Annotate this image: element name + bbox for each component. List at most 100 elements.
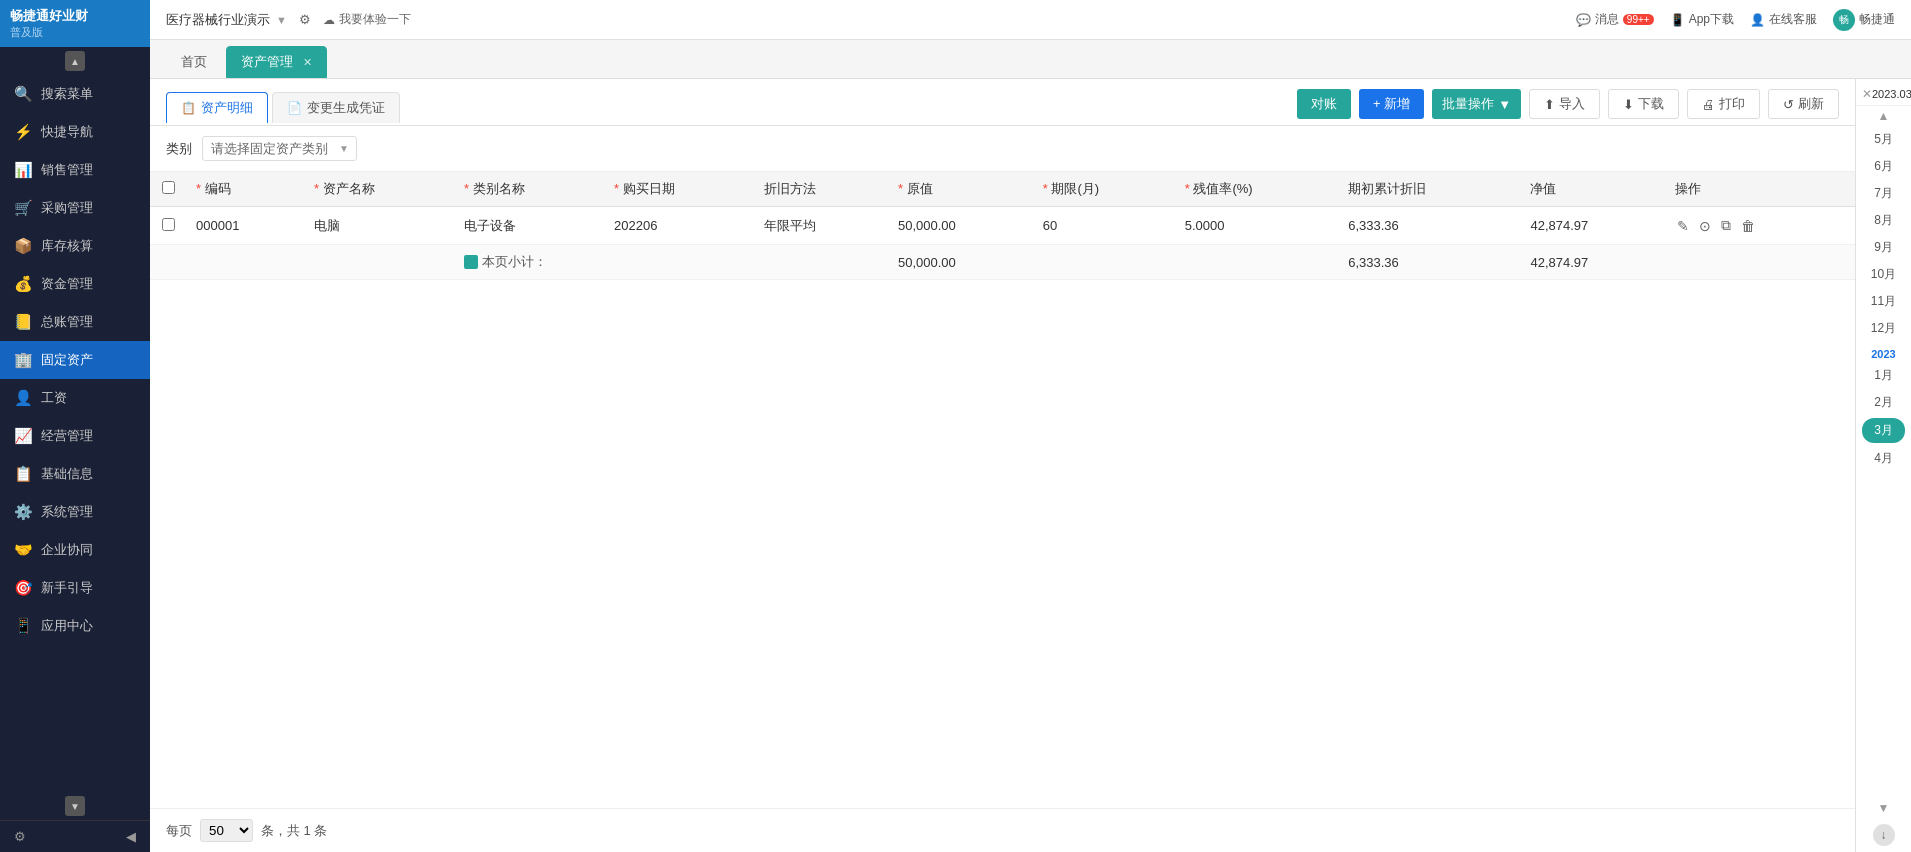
copy-button[interactable]: ⊙	[1697, 216, 1713, 236]
month-item-9[interactable]: 9月	[1856, 234, 1911, 261]
month-item-7[interactable]: 7月	[1856, 180, 1911, 207]
sidebar-item-salary[interactable]: 👤 工资	[0, 379, 150, 417]
edit-button[interactable]: ✎	[1675, 216, 1691, 236]
tab-close-icon[interactable]: ✕	[303, 56, 312, 68]
subtotal-empty-actions	[1665, 245, 1855, 280]
sidebar-item-guide[interactable]: 🎯 新手引导	[0, 569, 150, 607]
month-item-12[interactable]: 12月	[1856, 315, 1911, 342]
import-button[interactable]: ⬆ 导入	[1529, 89, 1600, 119]
th-depreciation-method: 折旧方法	[754, 172, 888, 207]
month-item-2[interactable]: 2月	[1856, 389, 1911, 416]
month-item-4[interactable]: 4月	[1856, 445, 1911, 472]
sidebar-item-fixed-assets[interactable]: 🏢 固定资产	[0, 341, 150, 379]
collapse-icon[interactable]: ◀	[126, 829, 136, 844]
print-button[interactable]: 🖨 打印	[1687, 89, 1760, 119]
delete-button[interactable]: 🗑	[1739, 216, 1757, 236]
td-code: 000001	[186, 207, 304, 245]
sidebar-item-inventory[interactable]: 📦 库存核算	[0, 227, 150, 265]
month-nav-down-button[interactable]: ▼	[1875, 798, 1893, 818]
settings-icon[interactable]: ⚙	[14, 829, 26, 844]
month-nav-up-button[interactable]: ▲	[1875, 106, 1893, 126]
tab-home[interactable]: 首页	[166, 46, 222, 78]
messages-button[interactable]: 💬 消息 99+	[1576, 11, 1654, 28]
sidebar-scroll-down-button[interactable]: ▼	[65, 796, 85, 816]
subtotal-original-value: 50,000.00	[888, 245, 1033, 280]
right-panel-nav-up: ▲	[1856, 106, 1911, 126]
month-item-10[interactable]: 10月	[1856, 261, 1911, 288]
reconcile-button[interactable]: 对账	[1297, 89, 1351, 119]
sidebar-item-search[interactable]: 🔍 搜索菜单	[0, 75, 150, 113]
batch-chevron-icon: ▼	[1498, 97, 1511, 112]
sidebar-item-capital[interactable]: 💰 资金管理	[0, 265, 150, 303]
app-edition: 普及版	[10, 25, 140, 39]
sidebar-scroll-down-area[interactable]: ▼	[0, 792, 150, 820]
main-area: 医疗器械行业演示 ▼ ⚙ ☁ 我要体验一下 💬 消息 99+ 📱 App下载 👤…	[150, 0, 1911, 852]
user-button[interactable]: 畅 畅捷通	[1833, 9, 1895, 31]
app-name: 畅捷通好业财	[10, 8, 140, 25]
th-code: 编码	[186, 172, 304, 207]
app-download-button[interactable]: 📱 App下载	[1670, 11, 1734, 28]
category-filter-wrap[interactable]: 请选择固定资产类别	[202, 136, 357, 161]
toolbar-buttons: 对账 + 新增 批量操作 ▼ ⬆ 导入 ⬇ 下载 🖨	[1297, 89, 1839, 125]
sidebar-item-system[interactable]: ⚙️ 系统管理	[0, 493, 150, 531]
sidebar-item-label: 应用中心	[41, 617, 93, 635]
money-icon: 💰	[14, 275, 33, 293]
search-icon: 🔍	[14, 85, 33, 103]
th-actions-label: 操作	[1675, 181, 1701, 196]
tab-asset-management[interactable]: 资产管理 ✕	[226, 46, 327, 78]
month-item-6[interactable]: 6月	[1856, 153, 1911, 180]
sidebar-item-ledger[interactable]: 📒 总账管理	[0, 303, 150, 341]
building-icon: 🏢	[14, 351, 33, 369]
month-item-5[interactable]: 5月	[1856, 126, 1911, 153]
sidebar-item-quick-nav[interactable]: ⚡ 快捷导航	[0, 113, 150, 151]
row-checkbox[interactable]	[162, 218, 175, 231]
month-item-8[interactable]: 8月	[1856, 207, 1911, 234]
filter-label: 类别	[166, 140, 192, 158]
refresh-button[interactable]: ↺ 刷新	[1768, 89, 1839, 119]
sidebar-scroll-up-area[interactable]: ▲	[0, 47, 150, 75]
online-service-button[interactable]: 👤 在线客服	[1750, 11, 1817, 28]
asset-purchase-date: 202206	[614, 218, 657, 233]
company-dropdown-icon[interactable]: ▼	[276, 14, 287, 26]
more-button[interactable]: ⧉	[1719, 215, 1733, 236]
panel-down-icon[interactable]: ↓	[1873, 824, 1895, 846]
month-item-11[interactable]: 11月	[1856, 288, 1911, 315]
company-selector[interactable]: 医疗器械行业演示 ▼	[166, 11, 287, 29]
sidebar-item-purchase[interactable]: 🛒 采购管理	[0, 189, 150, 227]
tab-home-label: 首页	[181, 54, 207, 69]
refresh-label: 刷新	[1798, 95, 1824, 113]
month-item-1[interactable]: 1月	[1856, 362, 1911, 389]
sidebar-item-operations[interactable]: 📈 经营管理	[0, 417, 150, 455]
download-icon: ⬇	[1623, 97, 1634, 112]
subtotal-row: 本页小计： 50,000.00 6,333.36	[150, 245, 1855, 280]
content-area: 📋 资产明细 📄 变更生成凭证 对账 + 新增 批量操作 ▼ ⬆	[150, 79, 1911, 852]
tabs-bar: 首页 资产管理 ✕	[150, 40, 1911, 79]
sidebar-item-basic-info[interactable]: 📋 基础信息	[0, 455, 150, 493]
month-item-3-active[interactable]: 3月	[1862, 418, 1905, 443]
sidebar-item-sales[interactable]: 📊 销售管理	[0, 151, 150, 189]
subtab-asset-detail[interactable]: 📋 资产明细	[166, 92, 268, 123]
download-button[interactable]: ⬇ 下载	[1608, 89, 1679, 119]
topbar-settings-icon[interactable]: ⚙	[299, 12, 311, 27]
asset-name: 电脑	[314, 218, 340, 233]
sidebar-item-cooperation[interactable]: 🤝 企业协同	[0, 531, 150, 569]
panel-close-icon[interactable]: ✕	[1862, 87, 1872, 101]
new-button[interactable]: + 新增	[1359, 89, 1424, 119]
print-icon: 🖨	[1702, 97, 1715, 112]
sidebar-scroll-up-button[interactable]: ▲	[65, 51, 85, 71]
pagination: 每页 50 10 20 100 条，共 1 条	[150, 808, 1855, 852]
per-page-select[interactable]: 50 10 20 100	[200, 819, 253, 842]
ledger-icon: 📒	[14, 313, 33, 331]
subtab-change-voucher[interactable]: 📄 变更生成凭证	[272, 92, 400, 123]
app-icon: 📱	[14, 617, 33, 635]
th-purchase-date: 购买日期	[604, 172, 754, 207]
sidebar-item-app-center[interactable]: 📱 应用中心	[0, 607, 150, 645]
experience-item[interactable]: ☁ 我要体验一下	[323, 11, 411, 28]
category-filter-select[interactable]: 请选择固定资产类别	[202, 136, 357, 161]
batch-operation-button[interactable]: 批量操作 ▼	[1432, 89, 1521, 119]
cart-icon: 🛒	[14, 199, 33, 217]
detail-icon: 📋	[181, 101, 196, 115]
download-label: 下载	[1638, 95, 1664, 113]
sidebar-item-label: 企业协同	[41, 541, 93, 559]
select-all-checkbox[interactable]	[162, 181, 175, 194]
